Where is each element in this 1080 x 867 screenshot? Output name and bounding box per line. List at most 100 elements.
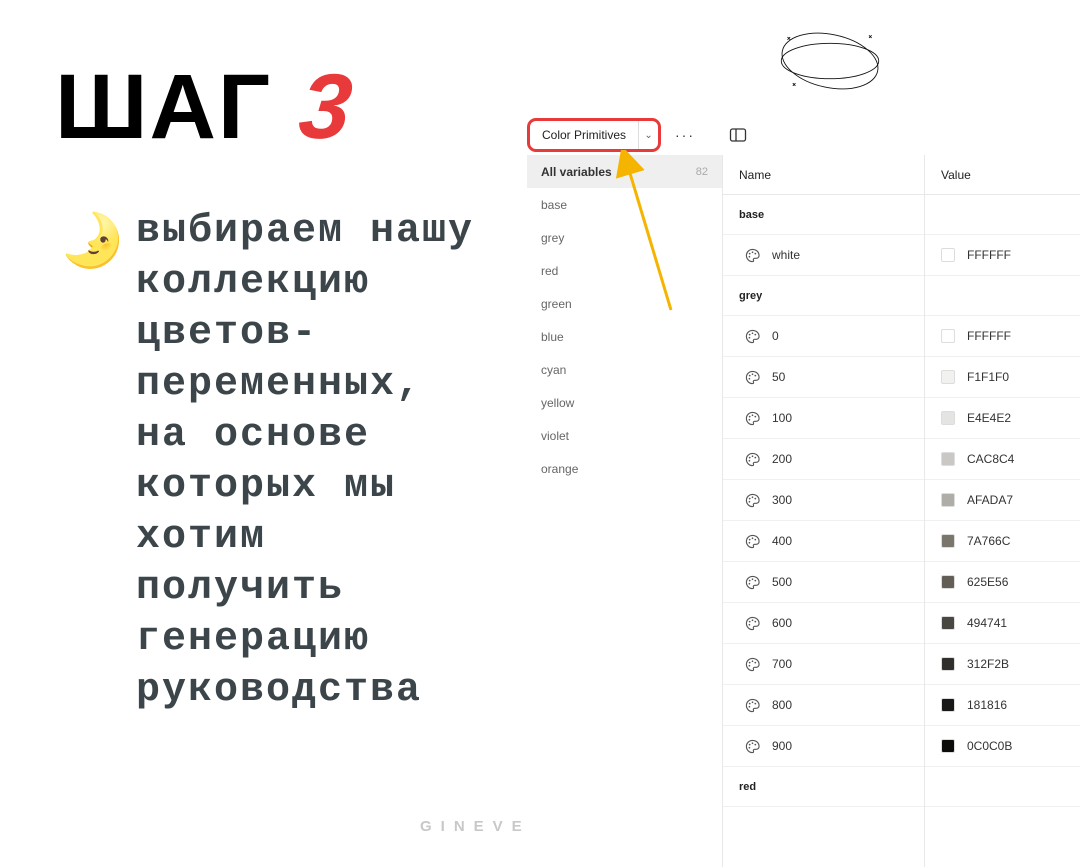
color-swatch (941, 698, 955, 712)
sidebar-item-red[interactable]: red (527, 254, 722, 287)
step-title-word: ШАГ (55, 56, 272, 158)
color-swatch (941, 616, 955, 630)
variable-name-cell: 600 (723, 616, 925, 631)
variable-value-cell: 494741 (925, 616, 1007, 630)
variables-panel: Color Primitives ⌄ ··· All variables 82 … (527, 115, 1080, 867)
variable-value-cell: FFFFFF (925, 329, 1011, 343)
variable-row[interactable]: 200CAC8C4 (723, 439, 1080, 480)
variable-name-cell: 100 (723, 411, 925, 426)
variable-name-cell: 700 (723, 657, 925, 672)
sidebar-item-base[interactable]: base (527, 188, 722, 221)
more-button[interactable]: ··· (671, 127, 699, 143)
sidebar-item-green[interactable]: green (527, 287, 722, 320)
group-label-red: red (723, 767, 1080, 807)
sidebar-item-all-variables[interactable]: All variables 82 (527, 155, 722, 188)
variable-hex-text: E4E4E2 (967, 411, 1011, 425)
variable-hex-text: 0C0C0B (967, 739, 1012, 753)
variable-row[interactable]: 50 F1F1F0 (723, 357, 1080, 398)
variable-name-text: white (772, 248, 800, 262)
palette-icon (745, 534, 760, 549)
color-swatch (941, 739, 955, 753)
sidebar-item-grey[interactable]: grey (527, 221, 722, 254)
variable-name-text: 400 (772, 534, 792, 548)
color-swatch (941, 534, 955, 548)
variable-row[interactable]: 500 625E56 (723, 562, 1080, 603)
palette-icon (745, 452, 760, 467)
variable-value-cell: FFFFFF (925, 248, 1011, 262)
variable-row[interactable]: 100 E4E4E2 (723, 398, 1080, 439)
variable-name-text: 300 (772, 493, 792, 507)
variable-row[interactable]: white FFFFFF (723, 235, 1080, 276)
variable-name-text: 600 (772, 616, 792, 630)
step-title: ШАГ 3 (55, 55, 353, 160)
variable-name-text: 900 (772, 739, 792, 753)
group-label-grey: grey (723, 276, 1080, 316)
variable-name-text: 100 (772, 411, 792, 425)
sidebar-item-yellow[interactable]: yellow (527, 386, 722, 419)
palette-icon (745, 575, 760, 590)
variable-row[interactable]: 700 312F2B (723, 644, 1080, 685)
sidebar-item-violet[interactable]: violet (527, 419, 722, 452)
instruction-text: выбираем нашу коллекцию цветов-переменны… (136, 206, 496, 716)
palette-icon (745, 698, 760, 713)
variable-name-text: 700 (772, 657, 792, 671)
variable-name-text: 50 (772, 370, 785, 384)
column-header-value: Value (925, 168, 971, 182)
variable-name-cell: 50 (723, 370, 925, 385)
color-swatch (941, 370, 955, 384)
variable-value-cell: F1F1F0 (925, 370, 1009, 384)
color-swatch (941, 493, 955, 507)
variable-name-text: 800 (772, 698, 792, 712)
variable-hex-text: F1F1F0 (967, 370, 1009, 384)
palette-icon (745, 739, 760, 754)
variable-value-cell: CAC8C4 (925, 452, 1014, 466)
group-label-base: base (723, 195, 1080, 235)
panel-toolbar: Color Primitives ⌄ ··· (527, 115, 1080, 155)
variable-value-cell: AFADA7 (925, 493, 1013, 507)
variable-name-cell: 0 (723, 329, 925, 344)
variables-table-header: Name Value (723, 155, 1080, 195)
color-swatch (941, 411, 955, 425)
variable-name-cell: 200 (723, 452, 925, 467)
variable-name-cell: white (723, 248, 925, 263)
moon-icon: 🌛 (60, 210, 125, 271)
sidebar-item-orange[interactable]: orange (527, 452, 722, 485)
variable-value-cell: 625E56 (925, 575, 1008, 589)
variable-value-cell: E4E4E2 (925, 411, 1011, 425)
variable-hex-text: FFFFFF (967, 248, 1011, 262)
variable-hex-text: FFFFFF (967, 329, 1011, 343)
variable-groups-sidebar: All variables 82 basegreyredgreenbluecya… (527, 155, 722, 485)
panel-layout-icon[interactable] (729, 126, 747, 144)
variable-name-cell: 500 (723, 575, 925, 590)
sidebar-all-label: All variables (541, 165, 612, 179)
variable-row[interactable]: 600 494741 (723, 603, 1080, 644)
palette-icon (745, 657, 760, 672)
sidebar-item-blue[interactable]: blue (527, 320, 722, 353)
palette-icon (745, 329, 760, 344)
palette-icon (745, 616, 760, 631)
variable-row[interactable]: 4007A766C (723, 521, 1080, 562)
variable-hex-text: 494741 (967, 616, 1007, 630)
variable-hex-text: 181816 (967, 698, 1007, 712)
variable-row[interactable]: 300 AFADA7 (723, 480, 1080, 521)
orbit-decoration-icon (775, 30, 885, 92)
variable-hex-text: 312F2B (967, 657, 1009, 671)
sidebar-item-cyan[interactable]: cyan (527, 353, 722, 386)
variable-row[interactable]: 0 FFFFFF (723, 316, 1080, 357)
variable-name-text: 0 (772, 329, 779, 343)
variable-value-cell: 0C0C0B (925, 739, 1012, 753)
palette-icon (745, 411, 760, 426)
color-swatch (941, 329, 955, 343)
color-swatch (941, 248, 955, 262)
variable-name-text: 500 (772, 575, 792, 589)
variable-row[interactable]: 900 0C0C0B (723, 726, 1080, 767)
collection-dropdown[interactable]: Color Primitives ⌄ (527, 118, 661, 152)
variable-name-cell: 300 (723, 493, 925, 508)
variable-hex-text: AFADA7 (967, 493, 1013, 507)
variable-name-cell: 800 (723, 698, 925, 713)
color-swatch (941, 657, 955, 671)
variable-name-cell: 900 (723, 739, 925, 754)
step-title-number: 3 (294, 55, 358, 160)
chevron-down-icon: ⌄ (638, 121, 658, 149)
variable-row[interactable]: 800 181816 (723, 685, 1080, 726)
